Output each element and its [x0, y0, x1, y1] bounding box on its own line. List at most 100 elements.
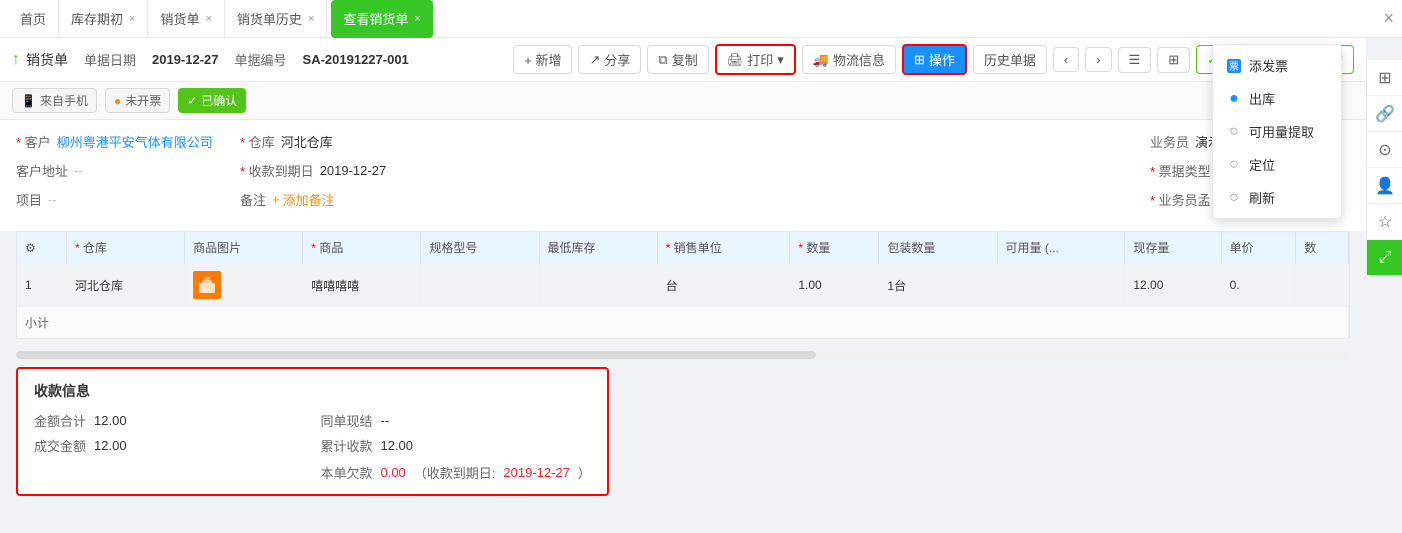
deal-label: 成交金额 [34, 436, 86, 455]
cumulative-value: 12.00 [380, 438, 413, 453]
sidebar-link-icon[interactable]: 🔗 [1367, 96, 1402, 132]
dropdown-locate[interactable]: ○ 定位 [1213, 148, 1341, 181]
tab-sales[interactable]: 销货单 × [148, 0, 224, 38]
current-due-value: 0.00 [380, 465, 405, 480]
payment-box: 收款信息 金额合计 12.00 同单现结 -- 成交金额 12.00 [16, 367, 609, 496]
dropdown-add-invoice[interactable]: 票 添发票 [1213, 49, 1341, 82]
outbound-icon: ● [1227, 92, 1241, 106]
new-button[interactable]: + 新增 [513, 45, 572, 74]
tab-sales-history[interactable]: 销货单历史 × [225, 0, 327, 38]
total-value: 12.00 [94, 413, 127, 428]
dropdown-available-qty[interactable]: ○ 可用量提取 [1213, 115, 1341, 148]
tab-sales-close[interactable]: × [205, 13, 211, 25]
row-amount [1296, 264, 1349, 307]
sidebar-star-icon[interactable]: ☆ [1367, 204, 1402, 240]
settlement-value: -- [380, 413, 389, 428]
tab-inventory[interactable]: 库存期初 × [59, 0, 148, 38]
not-open-ticket-button[interactable]: ● 未开票 [105, 88, 170, 113]
window-close-icon[interactable]: × [1383, 8, 1394, 29]
grid-view-button[interactable]: ☰ [1118, 47, 1152, 73]
col-amount: 数 [1296, 232, 1349, 264]
available-qty-label: 可用量提取 [1249, 122, 1314, 141]
list-view-button[interactable]: ⊞ [1157, 47, 1190, 73]
row-stock: 12.00 [1125, 264, 1221, 307]
ops-icon: ⊞ [914, 52, 925, 68]
sidebar-expand-icon[interactable]: ⤢ [1367, 240, 1402, 276]
share-label: 分享 [604, 50, 630, 69]
ticket-icon: ● [114, 94, 121, 108]
sidebar-user-icon[interactable]: 👤 [1367, 168, 1402, 204]
share-button[interactable]: ↗ 分享 [578, 45, 641, 74]
right-sidebar: ⊞ 🔗 ⊙ 👤 ☆ ⤢ [1366, 60, 1402, 276]
dropdown-refresh[interactable]: ○ 刷新 [1213, 181, 1341, 214]
refresh-label: 刷新 [1249, 188, 1275, 207]
product-thumbnail [193, 271, 221, 299]
row-img [185, 264, 303, 307]
dropdown-outbound[interactable]: ● 出库 [1213, 82, 1341, 115]
confirm-button[interactable]: ✓ 已确认 [178, 88, 246, 113]
customer-value[interactable]: 柳州粤港平安气体有限公司 [57, 132, 213, 151]
settlement-label: 同单现结 [320, 411, 372, 430]
nav-next-button[interactable]: › [1085, 47, 1111, 72]
col-img: 商品图片 [185, 232, 303, 264]
tab-view-sales-label: 查看销货单 [343, 9, 408, 28]
copy-button[interactable]: ⧉ 复制 [647, 45, 708, 74]
add-note-button[interactable]: + 添加备注 [272, 190, 335, 209]
table-header-row: ⚙ 仓库 商品图片 商品 规格型号 最低库存 销售单位 数量 包装数量 可用量 … [17, 232, 1349, 264]
locate-icon: ○ [1227, 158, 1241, 172]
row-unit: 台 [657, 264, 790, 307]
doc-meta: 单据日期 2019-12-27 单据编号 SA-20191227-001 [84, 50, 409, 69]
horizontal-scrollbar[interactable] [16, 351, 1350, 359]
subtotal-row: 小计 [17, 307, 1349, 339]
tab-sales-history-close[interactable]: × [308, 13, 314, 25]
from-mobile-button[interactable]: 📱 来自手机 [12, 88, 97, 113]
row-product: 嘻嘻嘻嘻 [303, 264, 421, 307]
tab-view-sales[interactable]: 查看销货单 × [331, 0, 433, 38]
scroll-thumb[interactable] [16, 351, 816, 359]
row-no: 1 [17, 264, 67, 307]
add-note-label: 添加备注 [283, 190, 335, 209]
col-available: 可用量 (... [997, 232, 1125, 264]
col-spec: 规格型号 [421, 232, 539, 264]
copy-label: 复制 [672, 50, 698, 69]
payment-grid: 金额合计 12.00 同单现结 -- 成交金额 12.00 累计收款 12.00 [34, 411, 591, 482]
print-button[interactable]: 🖨 打印 ▾ [715, 44, 796, 75]
logistics-icon: 🚚 [813, 52, 829, 68]
sidebar-circle-icon[interactable]: ⊙ [1367, 132, 1402, 168]
available-qty-icon: ○ [1227, 125, 1241, 139]
tab-sales-history-label: 销货单历史 [237, 9, 302, 28]
tab-home[interactable]: 首页 [8, 0, 59, 38]
sidebar-grid-icon[interactable]: ⊞ [1367, 60, 1402, 96]
history-button[interactable]: 历史单据 [973, 45, 1047, 74]
payment-date-value: 2019-12-27 [320, 163, 387, 178]
col-settings[interactable]: ⚙ [17, 232, 67, 264]
warehouse-field: 仓库 河北仓库 [240, 132, 440, 151]
row-min-stock [539, 264, 657, 307]
tab-view-sales-close[interactable]: × [414, 13, 420, 25]
tab-inventory-close[interactable]: × [129, 13, 135, 25]
products-table-wrap: ⚙ 仓库 商品图片 商品 规格型号 最低库存 销售单位 数量 包装数量 可用量 … [16, 231, 1350, 339]
note-label: 备注 [240, 190, 266, 209]
payment-section: 收款信息 金额合计 12.00 同单现结 -- 成交金额 12.00 [0, 359, 1366, 508]
form-row-1: 客户 柳州粤港平安气体有限公司 仓库 河北仓库 业务员 演示账号 [16, 132, 1350, 151]
payment-date-label: 收款到期日 [240, 161, 314, 180]
staff2-label: 业务员孟 [1150, 190, 1211, 209]
logistics-label: 物流信息 [833, 50, 885, 69]
ops-button[interactable]: ⊞ 操作 [902, 44, 967, 75]
secondary-toolbar: 📱 来自手机 ● 未开票 ✓ 已确认 [0, 82, 1366, 120]
col-product: 商品 [303, 232, 421, 264]
row-warehouse: 河北仓库 [67, 264, 185, 307]
due-note2: ） [578, 463, 591, 482]
print-label: 打印 [747, 50, 773, 69]
payment-title: 收款信息 [34, 381, 591, 401]
logistics-button[interactable]: 🚚 物流信息 [802, 45, 896, 74]
nav-prev-button[interactable]: ‹ [1053, 47, 1079, 72]
doc-date-value: 2019-12-27 [152, 52, 219, 67]
from-mobile-label: 来自手机 [40, 92, 88, 109]
locate-label: 定位 [1249, 155, 1275, 174]
main-toolbar: ↑ 销货单 单据日期 2019-12-27 单据编号 SA-20191227-0… [0, 38, 1366, 82]
total-label: 金额合计 [34, 411, 86, 430]
tab-home-label: 首页 [20, 9, 46, 28]
due-note: （收款到期日: [414, 463, 496, 482]
payment-settlement-row: 同单现结 -- [320, 411, 590, 430]
